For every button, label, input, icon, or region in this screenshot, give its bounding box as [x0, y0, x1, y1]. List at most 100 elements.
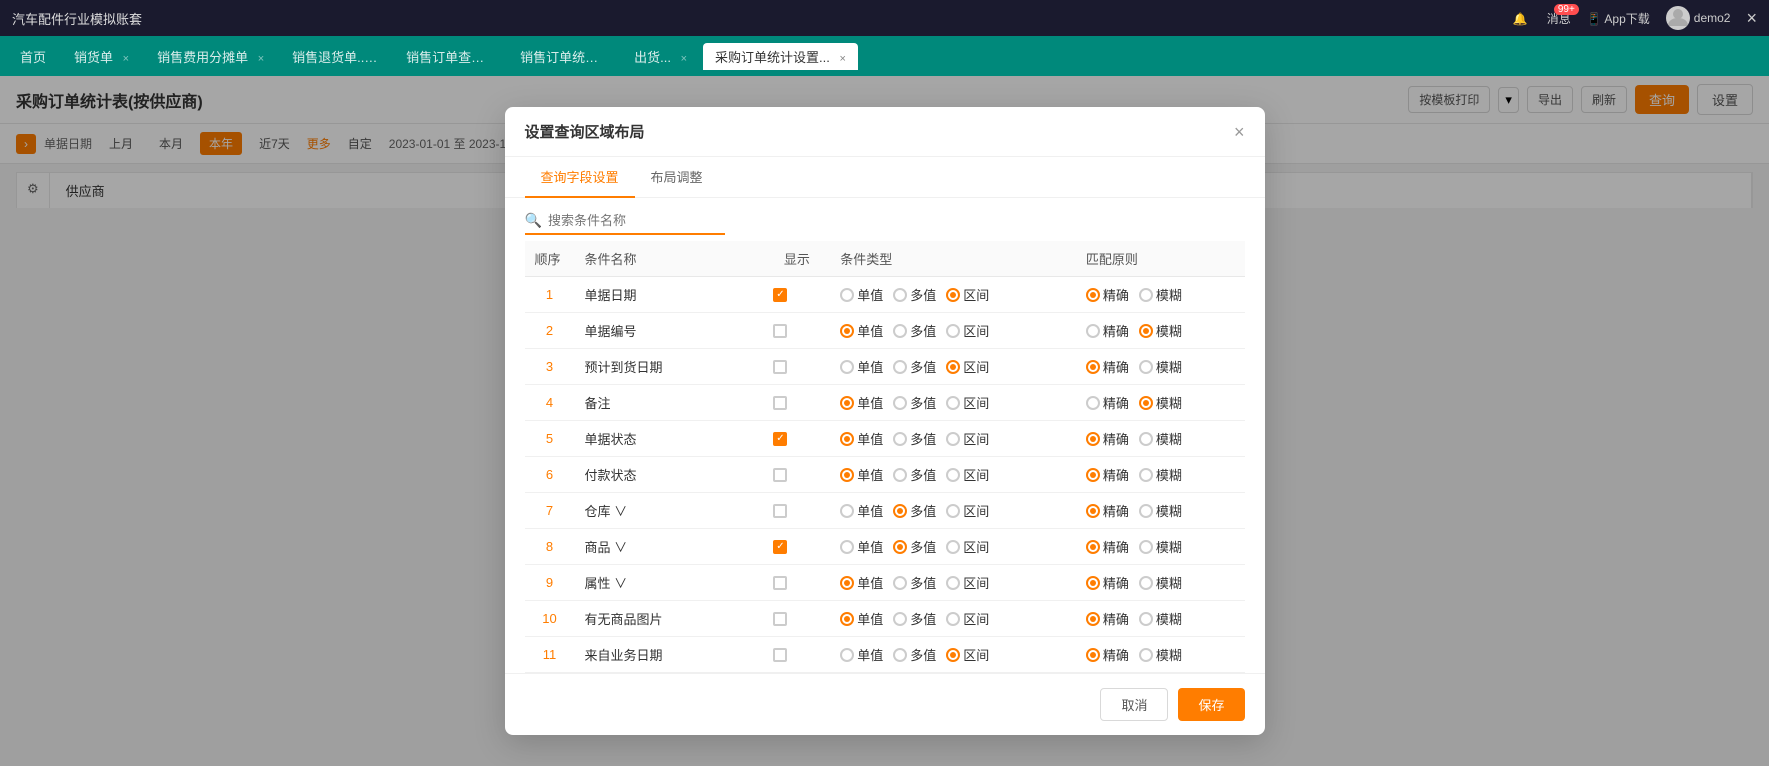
display-checkbox[interactable]: ✓: [773, 540, 787, 554]
type-radio-多值[interactable]: 多值: [893, 501, 936, 520]
tab-sales-expense[interactable]: 销售费用分摊单 ×: [145, 43, 276, 70]
type-radio-区间[interactable]: 区间: [946, 609, 989, 628]
match-radio-精确[interactable]: 精确: [1086, 645, 1129, 664]
match-radio-精确[interactable]: 精确: [1086, 285, 1129, 304]
type-radio-多值[interactable]: 多值: [893, 645, 936, 664]
type-radio-单值[interactable]: 单值: [840, 429, 883, 448]
match-radio-精确[interactable]: 精确: [1086, 573, 1129, 592]
type-radio-区间[interactable]: 区间: [946, 465, 989, 484]
cell-display[interactable]: ✓: [763, 529, 830, 565]
match-radio-精确[interactable]: 精确: [1086, 357, 1129, 376]
cell-display[interactable]: [763, 601, 830, 637]
display-checkbox[interactable]: [773, 360, 787, 374]
download-btn[interactable]: 📱 App下载: [1587, 10, 1650, 27]
match-radio-模糊[interactable]: 模糊: [1139, 429, 1182, 448]
display-checkbox[interactable]: [773, 612, 787, 626]
tab-purchase[interactable]: 采购订单统计设置... ×: [703, 43, 858, 70]
type-radio-单值[interactable]: 单值: [840, 537, 883, 556]
dialog-tab-fields[interactable]: 查询字段设置: [525, 157, 635, 198]
th-order: 顺序: [525, 241, 575, 277]
type-radio-多值[interactable]: 多值: [893, 285, 936, 304]
type-radio-多值[interactable]: 多值: [893, 357, 936, 376]
type-radio-多值[interactable]: 多值: [893, 537, 936, 556]
close-all-icon[interactable]: ×: [1746, 8, 1757, 29]
match-radio-精确[interactable]: 精确: [1086, 609, 1129, 628]
cell-type: 单值多值区间: [830, 457, 1076, 493]
type-radio-单值[interactable]: 单值: [840, 573, 883, 592]
user-avatar[interactable]: demo2: [1666, 6, 1731, 30]
match-radio-精确[interactable]: 精确: [1086, 465, 1129, 484]
display-checkbox[interactable]: [773, 576, 787, 590]
display-checkbox[interactable]: [773, 396, 787, 410]
cell-display[interactable]: [763, 637, 830, 673]
match-radio-模糊[interactable]: 模糊: [1139, 465, 1182, 484]
type-radio-区间[interactable]: 区间: [946, 573, 989, 592]
type-radio-单值[interactable]: 单值: [840, 393, 883, 412]
match-radio-精确[interactable]: 精确: [1086, 501, 1129, 520]
match-radio-精确[interactable]: 精确: [1086, 429, 1129, 448]
match-radio-精确[interactable]: 精确: [1086, 537, 1129, 556]
notification-btn[interactable]: 🔔 99+ 消息: [1512, 10, 1570, 27]
tab-sales5[interactable]: 销售订单统计... ×: [508, 43, 618, 70]
type-radio-多值[interactable]: 多值: [893, 393, 936, 412]
cell-display[interactable]: ✓: [763, 277, 830, 313]
type-radio-区间[interactable]: 区间: [946, 285, 989, 304]
type-radio-区间[interactable]: 区间: [946, 537, 989, 556]
match-radio-模糊[interactable]: 模糊: [1139, 321, 1182, 340]
type-radio-多值[interactable]: 多值: [893, 465, 936, 484]
match-radio-精确[interactable]: 精确: [1086, 321, 1129, 340]
type-radio-单值[interactable]: 单值: [840, 465, 883, 484]
cell-display[interactable]: ✓: [763, 421, 830, 457]
tab-sales3[interactable]: 销售退货单... ×: [280, 43, 390, 70]
type-radio-区间[interactable]: 区间: [946, 357, 989, 376]
save-button[interactable]: 保存: [1178, 688, 1244, 721]
type-radio-单值[interactable]: 单值: [840, 609, 883, 628]
type-radio-单值[interactable]: 单值: [840, 501, 883, 520]
match-radio-模糊[interactable]: 模糊: [1139, 393, 1182, 412]
type-radio-区间[interactable]: 区间: [946, 393, 989, 412]
match-radio-模糊[interactable]: 模糊: [1139, 609, 1182, 628]
type-radio-区间[interactable]: 区间: [946, 501, 989, 520]
type-radio-多值[interactable]: 多值: [893, 429, 936, 448]
tab-sales6[interactable]: 出货... ×: [622, 43, 699, 70]
type-radio-多值[interactable]: 多值: [893, 573, 936, 592]
match-radio-精确[interactable]: 精确: [1086, 393, 1129, 412]
cell-display[interactable]: [763, 565, 830, 601]
search-input[interactable]: [548, 213, 708, 228]
type-radio-单值[interactable]: 单值: [840, 285, 883, 304]
type-radio-区间[interactable]: 区间: [946, 321, 989, 340]
type-radio-单值[interactable]: 单值: [840, 357, 883, 376]
tab-home[interactable]: 首页: [8, 43, 58, 70]
cell-display[interactable]: [763, 349, 830, 385]
display-checkbox[interactable]: ✓: [773, 288, 787, 302]
cell-display[interactable]: [763, 493, 830, 529]
dialog-tab-layout[interactable]: 布局调整: [635, 157, 719, 198]
type-radio-单值[interactable]: 单值: [840, 645, 883, 664]
cancel-button[interactable]: 取消: [1100, 688, 1168, 721]
dialog-close-button[interactable]: ×: [1234, 123, 1245, 141]
display-checkbox[interactable]: [773, 324, 787, 338]
display-checkbox[interactable]: ✓: [773, 432, 787, 446]
match-radio-模糊[interactable]: 模糊: [1139, 645, 1182, 664]
tab-purchase-close[interactable]: ×: [839, 53, 845, 65]
cell-display[interactable]: [763, 313, 830, 349]
type-radio-区间[interactable]: 区间: [946, 429, 989, 448]
cell-display[interactable]: [763, 457, 830, 493]
type-radio-多值[interactable]: 多值: [893, 321, 936, 340]
tab-sales4[interactable]: 销售订单查询... ×: [394, 43, 504, 70]
display-checkbox[interactable]: [773, 648, 787, 662]
match-radio-模糊[interactable]: 模糊: [1139, 285, 1182, 304]
cell-display[interactable]: [763, 385, 830, 421]
match-radio-模糊[interactable]: 模糊: [1139, 357, 1182, 376]
match-radio-模糊[interactable]: 模糊: [1139, 573, 1182, 592]
match-radio-模糊[interactable]: 模糊: [1139, 501, 1182, 520]
tab-sales-expense-close[interactable]: ×: [258, 53, 264, 65]
type-radio-多值[interactable]: 多值: [893, 609, 936, 628]
type-radio-单值[interactable]: 单值: [840, 321, 883, 340]
display-checkbox[interactable]: [773, 468, 787, 482]
tab-sales[interactable]: 销货单 ×: [62, 43, 141, 70]
type-radio-区间[interactable]: 区间: [946, 645, 989, 664]
match-radio-模糊[interactable]: 模糊: [1139, 537, 1182, 556]
display-checkbox[interactable]: [773, 504, 787, 518]
tab-sales-close[interactable]: ×: [123, 53, 129, 65]
